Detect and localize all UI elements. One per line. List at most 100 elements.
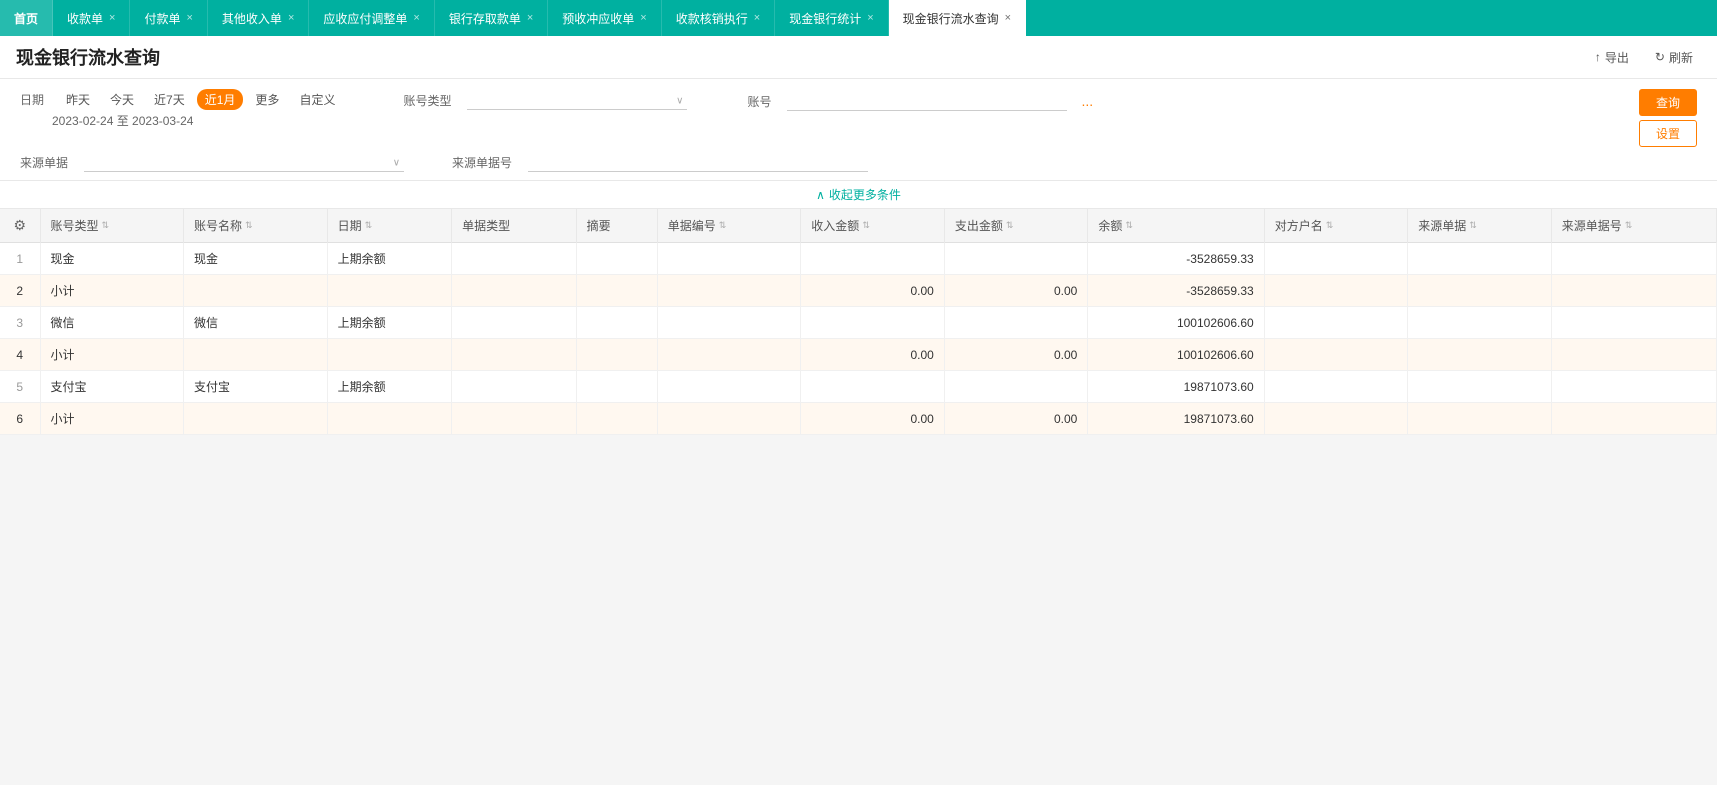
nav-tab-yushou[interactable]: 预收冲应收单 × xyxy=(548,0,661,36)
col-counterparty[interactable]: 对方户名⇅ xyxy=(1264,209,1408,243)
cell-balance: -3528659.33 xyxy=(1088,243,1264,275)
close-icon[interactable]: × xyxy=(527,12,533,24)
account-input[interactable] xyxy=(787,92,1067,111)
cell-date xyxy=(327,339,452,371)
cell-source-doc xyxy=(1408,307,1552,339)
col-source-doc[interactable]: 来源单据⇅ xyxy=(1408,209,1552,243)
close-icon[interactable]: × xyxy=(288,12,294,24)
source-doc-num-input[interactable] xyxy=(528,153,868,172)
cell-doc-type xyxy=(452,403,577,435)
table-row: 5支付宝支付宝上期余额19871073.60 xyxy=(0,371,1717,403)
close-icon[interactable]: × xyxy=(1005,12,1011,24)
cell-counterparty xyxy=(1264,275,1408,307)
cell-account-name: 现金 xyxy=(184,243,328,275)
table-row: 6小计0.000.0019871073.60 xyxy=(0,403,1717,435)
cell-expense: 0.00 xyxy=(944,275,1088,307)
date-opt-yesterday[interactable]: 昨天 xyxy=(58,89,98,110)
date-opt-today[interactable]: 今天 xyxy=(102,89,142,110)
nav-tab-shoukuan-hexiao[interactable]: 收款核销执行 × xyxy=(662,0,775,36)
col-settings[interactable]: ⚙ xyxy=(0,209,40,243)
col-account-name[interactable]: 账号名称⇅ xyxy=(184,209,328,243)
data-table: ⚙ 账号类型⇅ 账号名称⇅ 日期⇅ 单据类型 摘要 单据编号⇅ xyxy=(0,209,1717,435)
nav-tab-xianjin-tongji[interactable]: 现金银行统计 × xyxy=(775,0,888,36)
sort-icon: ⇅ xyxy=(1469,220,1477,231)
row-number: 4 xyxy=(0,339,40,371)
export-button[interactable]: ↑ 导出 xyxy=(1587,45,1637,70)
sort-icon: ⇅ xyxy=(1625,220,1633,231)
table-row: 4小计0.000.00100102606.60 xyxy=(0,339,1717,371)
sort-icon: ⇅ xyxy=(245,220,253,231)
collapse-bar[interactable]: ∧ 收起更多条件 xyxy=(0,181,1717,209)
col-expense[interactable]: 支出金额⇅ xyxy=(944,209,1088,243)
cell-summary xyxy=(576,371,657,403)
cell-account-type: 小计 xyxy=(40,403,184,435)
nav-tab-shoukuan[interactable]: 收款单 × xyxy=(53,0,130,36)
gear-icon[interactable]: ⚙ xyxy=(13,217,26,233)
cell-expense xyxy=(944,307,1088,339)
date-opt-custom[interactable]: 自定义 xyxy=(291,89,343,110)
cell-date: 上期余额 xyxy=(327,307,452,339)
cell-source-doc-no xyxy=(1551,243,1716,275)
cell-account-type: 支付宝 xyxy=(40,371,184,403)
row-number: 3 xyxy=(0,307,40,339)
cell-summary xyxy=(576,307,657,339)
cell-source-doc-no xyxy=(1551,371,1716,403)
cell-source-doc xyxy=(1408,403,1552,435)
close-icon[interactable]: × xyxy=(867,12,873,24)
date-opt-more[interactable]: 更多 xyxy=(247,89,287,110)
close-icon[interactable]: × xyxy=(640,12,646,24)
close-icon[interactable]: × xyxy=(413,12,419,24)
cell-balance: 19871073.60 xyxy=(1088,403,1264,435)
source-doc-select[interactable] xyxy=(84,153,404,172)
date-opt-1month[interactable]: 近1月 xyxy=(197,89,244,110)
sort-icon: ⇅ xyxy=(1006,220,1014,231)
nav-tab-liushui[interactable]: 现金银行流水查询 × xyxy=(889,0,1026,36)
date-opt-7days[interactable]: 近7天 xyxy=(146,89,193,110)
table-row: 1现金现金上期余额-3528659.33 xyxy=(0,243,1717,275)
cell-source-doc-no xyxy=(1551,275,1716,307)
cell-source-doc xyxy=(1408,243,1552,275)
nav-home[interactable]: 首页 xyxy=(0,0,53,36)
query-button[interactable]: 查询 xyxy=(1639,89,1697,116)
nav-tab-fukuan[interactable]: 付款单 × xyxy=(130,0,207,36)
cell-counterparty xyxy=(1264,243,1408,275)
cell-doc-type xyxy=(452,371,577,403)
sort-icon: ⇅ xyxy=(862,220,870,231)
cell-summary xyxy=(576,243,657,275)
col-doc-no[interactable]: 单据编号⇅ xyxy=(657,209,801,243)
cell-account-name: 支付宝 xyxy=(184,371,328,403)
cell-income xyxy=(801,371,945,403)
page-header: 现金银行流水查询 ↑ 导出 ↻ 刷新 xyxy=(0,36,1717,79)
col-source-doc-no[interactable]: 来源单据号⇅ xyxy=(1551,209,1716,243)
col-date[interactable]: 日期⇅ xyxy=(327,209,452,243)
nav-tab-yingshou[interactable]: 应收应付调整单 × xyxy=(309,0,434,36)
refresh-button[interactable]: ↻ 刷新 xyxy=(1647,45,1701,70)
top-navigation: 首页 收款单 × 付款单 × 其他收入单 × 应收应付调整单 × 银行存取款单 … xyxy=(0,0,1717,36)
col-balance[interactable]: 余额⇅ xyxy=(1088,209,1264,243)
close-icon[interactable]: × xyxy=(109,12,115,24)
nav-tab-qitashoru[interactable]: 其他收入单 × xyxy=(208,0,309,36)
col-account-type[interactable]: 账号类型⇅ xyxy=(40,209,184,243)
header-actions: ↑ 导出 ↻ 刷新 xyxy=(1587,45,1701,70)
table-row: 2小计0.000.00-3528659.33 xyxy=(0,275,1717,307)
close-icon[interactable]: × xyxy=(754,12,760,24)
sort-icon: ⇅ xyxy=(102,220,110,231)
account-type-select[interactable]: 现金 微信 支付宝 xyxy=(467,91,687,110)
col-summary[interactable]: 摘要 xyxy=(576,209,657,243)
filter-area: 日期 昨天 今天 近7天 近1月 更多 自定义 2023-02-24 至 202… xyxy=(0,79,1717,181)
cell-doc-no xyxy=(657,403,801,435)
cell-counterparty xyxy=(1264,371,1408,403)
col-doc-type[interactable]: 单据类型 xyxy=(452,209,577,243)
sort-icon: ⇅ xyxy=(719,220,727,231)
cell-doc-type xyxy=(452,275,577,307)
col-income[interactable]: 收入金额⇅ xyxy=(801,209,945,243)
source-doc-select-wrapper xyxy=(84,153,404,172)
close-icon[interactable]: × xyxy=(186,12,192,24)
cell-doc-no xyxy=(657,275,801,307)
nav-tab-yinhang[interactable]: 银行存取款单 × xyxy=(435,0,548,36)
cell-source-doc xyxy=(1408,339,1552,371)
settings-button[interactable]: 设置 xyxy=(1639,120,1697,147)
account-ellipsis-button[interactable]: ... xyxy=(1075,91,1099,111)
row-number: 5 xyxy=(0,371,40,403)
cell-account-name xyxy=(184,275,328,307)
